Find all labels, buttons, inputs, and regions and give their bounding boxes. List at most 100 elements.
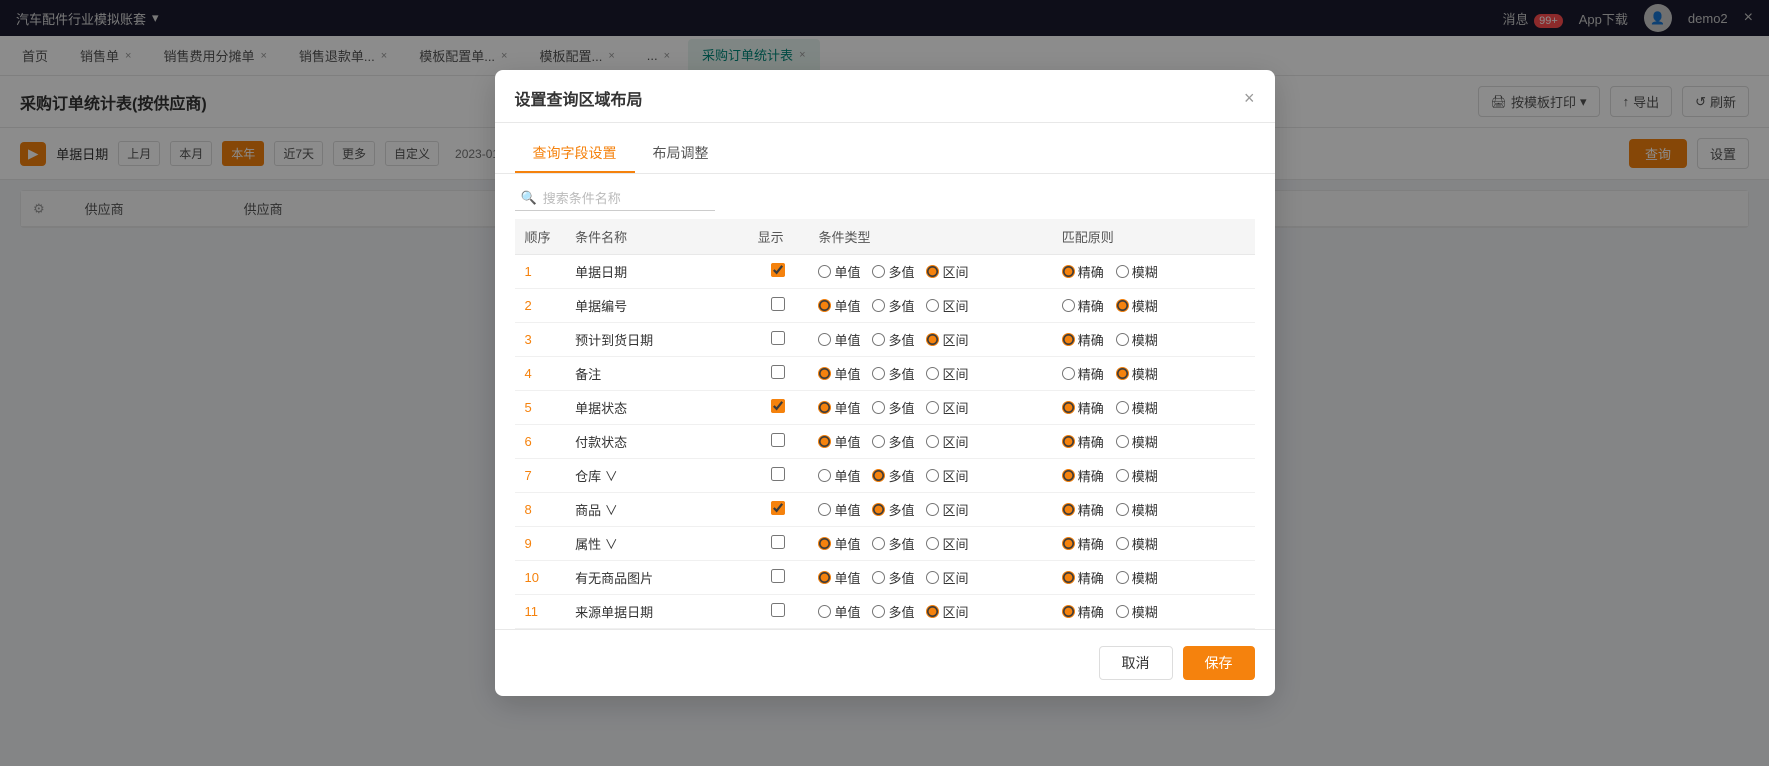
- match-fuzzy-option[interactable]: 模糊: [1116, 432, 1158, 451]
- table-row: 7 仓库 ∨ 单值 多值 区间: [515, 459, 1255, 493]
- row-display[interactable]: [748, 323, 809, 357]
- match-exact-option[interactable]: 精确: [1062, 568, 1104, 587]
- type-single-option[interactable]: 单值: [818, 568, 860, 587]
- type-single-option[interactable]: 单值: [818, 500, 860, 519]
- dialog-close-button[interactable]: ×: [1244, 88, 1255, 109]
- row-order: 11: [515, 595, 566, 629]
- match-exact-option[interactable]: 精确: [1062, 296, 1104, 315]
- display-checkbox[interactable]: [771, 399, 785, 413]
- match-exact-option[interactable]: 精确: [1062, 534, 1104, 553]
- type-multi-option[interactable]: 多值: [872, 398, 914, 417]
- type-multi-option[interactable]: 多值: [872, 602, 914, 621]
- match-fuzzy-option[interactable]: 模糊: [1116, 466, 1158, 485]
- row-order: 5: [515, 391, 566, 425]
- match-exact-option[interactable]: 精确: [1062, 262, 1104, 281]
- type-range-option[interactable]: 区间: [926, 262, 968, 281]
- match-exact-option[interactable]: 精确: [1062, 398, 1104, 417]
- match-fuzzy-option[interactable]: 模糊: [1116, 296, 1158, 315]
- settings-dialog: 设置查询区域布局 × 查询字段设置 布局调整 🔍 顺序: [495, 70, 1275, 696]
- type-single-option[interactable]: 单值: [818, 262, 860, 281]
- dialog-tab-query-fields-label: 查询字段设置: [533, 145, 617, 161]
- match-fuzzy-option[interactable]: 模糊: [1116, 534, 1158, 553]
- row-display[interactable]: [748, 459, 809, 493]
- display-checkbox[interactable]: [771, 365, 785, 379]
- row-display[interactable]: [748, 289, 809, 323]
- type-range-option[interactable]: 区间: [926, 602, 968, 621]
- type-multi-option[interactable]: 多值: [872, 262, 914, 281]
- type-multi-option[interactable]: 多值: [872, 296, 914, 315]
- table-row: 9 属性 ∨ 单值 多值 区间: [515, 527, 1255, 561]
- dialog-tab-query-fields[interactable]: 查询字段设置: [515, 135, 635, 173]
- type-multi-option[interactable]: 多值: [872, 568, 914, 587]
- dialog-footer: 取消 保存: [495, 629, 1275, 696]
- row-name: 单据状态: [565, 391, 747, 425]
- type-multi-option[interactable]: 多值: [872, 364, 914, 383]
- display-checkbox[interactable]: [771, 263, 785, 277]
- match-fuzzy-option[interactable]: 模糊: [1116, 262, 1158, 281]
- match-fuzzy-option[interactable]: 模糊: [1116, 364, 1158, 383]
- match-exact-option[interactable]: 精确: [1062, 466, 1104, 485]
- type-single-option[interactable]: 单值: [818, 330, 860, 349]
- type-range-option[interactable]: 区间: [926, 364, 968, 383]
- display-checkbox[interactable]: [771, 603, 785, 617]
- type-multi-option[interactable]: 多值: [872, 432, 914, 451]
- row-display[interactable]: [748, 255, 809, 289]
- display-checkbox[interactable]: [771, 433, 785, 447]
- type-multi-option[interactable]: 多值: [872, 466, 914, 485]
- row-type: 单值 多值 区间: [808, 459, 1051, 493]
- row-order: 2: [515, 289, 566, 323]
- table-row: 3 预计到货日期 单值 多值 区间: [515, 323, 1255, 357]
- row-display[interactable]: [748, 493, 809, 527]
- save-button[interactable]: 保存: [1183, 646, 1255, 680]
- row-display[interactable]: [748, 391, 809, 425]
- dialog-tab-layout[interactable]: 布局调整: [635, 135, 727, 173]
- type-single-option[interactable]: 单值: [818, 296, 860, 315]
- type-multi-option[interactable]: 多值: [872, 330, 914, 349]
- type-single-option[interactable]: 单值: [818, 398, 860, 417]
- type-multi-option[interactable]: 多值: [872, 500, 914, 519]
- display-checkbox[interactable]: [771, 501, 785, 515]
- type-range-option[interactable]: 区间: [926, 466, 968, 485]
- display-checkbox[interactable]: [771, 467, 785, 481]
- row-name: 付款状态: [565, 425, 747, 459]
- match-fuzzy-option[interactable]: 模糊: [1116, 330, 1158, 349]
- type-single-option[interactable]: 单值: [818, 534, 860, 553]
- row-match: 精确 模糊: [1052, 255, 1255, 289]
- search-input[interactable]: [543, 191, 703, 206]
- type-multi-option[interactable]: 多值: [872, 534, 914, 553]
- row-display[interactable]: [748, 425, 809, 459]
- type-single-option[interactable]: 单值: [818, 432, 860, 451]
- type-range-option[interactable]: 区间: [926, 398, 968, 417]
- match-fuzzy-option[interactable]: 模糊: [1116, 398, 1158, 417]
- match-exact-option[interactable]: 精确: [1062, 500, 1104, 519]
- type-single-option[interactable]: 单值: [818, 466, 860, 485]
- match-exact-option[interactable]: 精确: [1062, 602, 1104, 621]
- row-display[interactable]: [748, 357, 809, 391]
- display-checkbox[interactable]: [771, 569, 785, 583]
- match-fuzzy-option[interactable]: 模糊: [1116, 500, 1158, 519]
- type-range-option[interactable]: 区间: [926, 432, 968, 451]
- row-match: 精确 模糊: [1052, 493, 1255, 527]
- row-display[interactable]: [748, 595, 809, 629]
- dialog-title: 设置查询区域布局: [515, 86, 643, 110]
- type-single-option[interactable]: 单值: [818, 364, 860, 383]
- display-checkbox[interactable]: [771, 331, 785, 345]
- row-name: 商品 ∨: [565, 493, 747, 527]
- match-fuzzy-option[interactable]: 模糊: [1116, 602, 1158, 621]
- display-checkbox[interactable]: [771, 535, 785, 549]
- row-match: 精确 模糊: [1052, 289, 1255, 323]
- display-checkbox[interactable]: [771, 297, 785, 311]
- type-single-option[interactable]: 单值: [818, 602, 860, 621]
- type-range-option[interactable]: 区间: [926, 500, 968, 519]
- type-range-option[interactable]: 区间: [926, 296, 968, 315]
- match-exact-option[interactable]: 精确: [1062, 330, 1104, 349]
- type-range-option[interactable]: 区间: [926, 568, 968, 587]
- type-range-option[interactable]: 区间: [926, 534, 968, 553]
- match-exact-option[interactable]: 精确: [1062, 432, 1104, 451]
- row-display[interactable]: [748, 527, 809, 561]
- row-display[interactable]: [748, 561, 809, 595]
- match-fuzzy-option[interactable]: 模糊: [1116, 568, 1158, 587]
- match-exact-option[interactable]: 精确: [1062, 364, 1104, 383]
- cancel-button[interactable]: 取消: [1099, 646, 1173, 680]
- type-range-option[interactable]: 区间: [926, 330, 968, 349]
